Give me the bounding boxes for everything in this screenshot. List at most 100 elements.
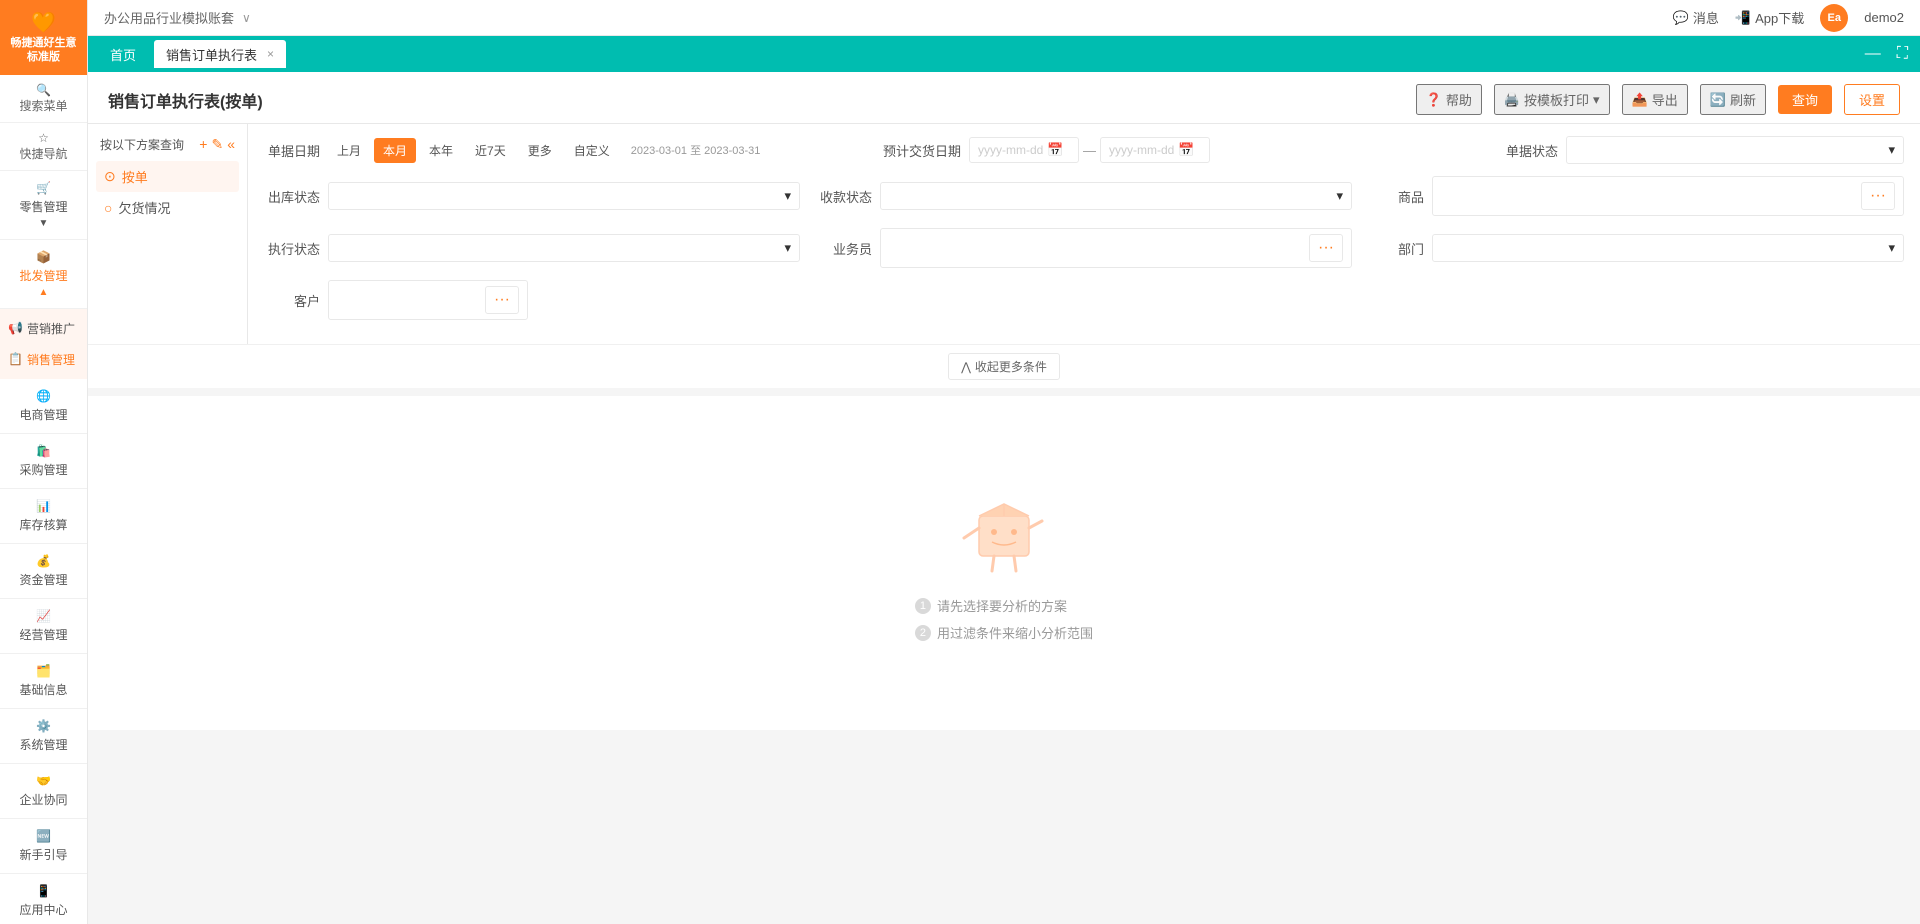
sidebar-item-operations[interactable]: 📈 经营管理 [0,599,87,654]
date-btn-7days[interactable]: 近7天 [466,138,515,163]
user-avatar[interactable]: Ea [1820,4,1848,32]
date-btn-last-month[interactable]: 上月 [328,138,370,163]
filter-nav-item-0[interactable]: ⊙ 按单 [96,161,239,192]
collapse-scheme-icon[interactable]: « [227,136,235,153]
logo-text: 畅捷通好生意 [11,37,77,49]
filter-right: 单据日期 上月 本月 本年 近7天 更多 自定义 2023-03-01 至 20… [248,124,1920,344]
sidebar-item-retail[interactable]: 🛒 零售管理 ▼ [0,171,87,240]
outbound-select[interactable]: ▾ [328,182,800,210]
breadcrumb-text: 办公用品行业模拟账套 [104,8,234,27]
sidebar-search[interactable]: 🔍 帮助 搜索菜单 [0,75,87,123]
basic-label: 基础信息 [19,681,67,698]
message-action[interactable]: 💬 消息 [1673,8,1719,27]
empty-state: 1 请先选择要分析的方案 2 用过滤条件来缩小分析范围 [88,396,1920,730]
customer-dots[interactable]: ··· [485,286,519,314]
tab-home[interactable]: 首页 [96,36,150,72]
refresh-button[interactable]: 🔄 刷新 [1700,84,1766,115]
export-icon: 📤 [1632,92,1648,108]
date-btn-this-year[interactable]: 本年 [420,138,462,163]
refresh-label: 刷新 [1730,90,1756,109]
message-icon: 💬 [1673,10,1689,26]
empty-illustration [954,476,1054,576]
help-button[interactable]: ❓ 帮助 [1416,84,1482,115]
date-end-placeholder: yyyy-mm-dd [1109,143,1174,157]
inventory-label: 库存核算 [19,516,67,533]
guide-label: 新手引导 [19,846,67,863]
collection-select[interactable]: ▾ [880,182,1352,210]
filter-nav-item-1[interactable]: ○ 欠货情况 [96,192,239,223]
empty-tip-1: 1 请先选择要分析的方案 [915,596,1093,615]
date-btn-more[interactable]: 更多 [519,138,561,163]
filter-row-2: 出库状态 ▾ 收款状态 ▾ 商品 [264,176,1904,216]
tab-close-button[interactable]: × [267,47,274,61]
tip-2-number: 2 [915,625,931,641]
logo-sub: 标准版 [27,51,60,63]
sidebar-quick-nav[interactable]: ☆ 快捷导航 [0,123,87,171]
empty-tips: 1 请先选择要分析的方案 2 用过滤条件来缩小分析范围 [915,596,1093,650]
department-select[interactable]: ▾ [1432,234,1904,262]
add-scheme-icon[interactable]: + [199,136,207,153]
date-btn-custom[interactable]: 自定义 [565,138,619,163]
sidebar-sub-marketing[interactable]: 📢 营销推广 [0,313,87,344]
collapse-button[interactable]: ⋀ 收起更多条件 [948,353,1060,380]
collapse-row: ⋀ 收起更多条件 [88,344,1920,388]
date-label: 单据日期 [264,141,320,160]
download-icon: 📲 [1735,10,1751,26]
salesman-select[interactable]: ··· [880,228,1352,268]
customer-select[interactable]: ··· [328,280,528,320]
filter-group-date: 单据日期 上月 本月 本年 近7天 更多 自定义 2023-03-01 至 20… [264,138,867,163]
tab-minimize-button[interactable]: — [1861,45,1885,63]
sidebar-item-purchase[interactable]: 🛍️ 采购管理 [0,434,87,489]
refresh-icon: 🔄 [1710,92,1726,108]
date-btn-this-month[interactable]: 本月 [374,138,416,163]
breadcrumb-arrow[interactable]: ∨ [242,11,251,25]
user-name[interactable]: demo2 [1864,10,1904,25]
filter-group-salesman: 业务员 ··· [816,228,1352,268]
export-button[interactable]: 📤 导出 [1622,84,1688,115]
collection-select-arrow: ▾ [1336,188,1343,204]
date-start-input[interactable]: yyyy-mm-dd 📅 [969,137,1079,163]
search-text: 搜索菜单 [6,97,81,114]
goods-label: 商品 [1368,187,1424,206]
print-button[interactable]: 🖨️ 按模板打印 ▾ [1494,84,1610,115]
date-start-calendar-icon: 📅 [1047,142,1063,158]
sidebar-item-app-center[interactable]: 📱 应用中心 [0,874,87,924]
wholesale-icon: 📦 [36,250,51,264]
tab-maximize-button[interactable]: ⛶ [1893,45,1912,63]
salesman-dots[interactable]: ··· [1309,234,1343,262]
status-select[interactable]: ▾ [1566,136,1904,164]
settings-button[interactable]: 设置 [1844,84,1900,115]
tab-current[interactable]: 销售订单执行表 × [154,40,286,68]
tip-2-text: 用过滤条件来缩小分析范围 [937,623,1093,642]
sidebar-item-basic[interactable]: 🗂️ 基础信息 [0,654,87,709]
app-logo[interactable]: 🧡 畅捷通好生意 标准版 [0,0,87,75]
sidebar-item-ecommerce[interactable]: 🌐 电商管理 [0,379,87,434]
sidebar-item-inventory[interactable]: 📊 库存核算 [0,489,87,544]
sidebar-sub-sales[interactable]: 📋 销售管理 [0,344,87,375]
print-label: 按模板打印 [1524,90,1589,109]
goods-select[interactable]: ··· [1432,176,1904,216]
date-end-input[interactable]: yyyy-mm-dd 📅 [1100,137,1210,163]
sales-label: 销售管理 [27,351,75,368]
tab-current-label: 销售订单执行表 [166,45,257,64]
header-right: 💬 消息 📲 App下载 Ea demo2 [1673,4,1904,32]
nav-item-1-label: 欠货情况 [118,198,170,217]
filter-group-execute: 执行状态 ▾ [264,234,800,262]
app-download-action[interactable]: 📲 App下载 [1735,8,1804,27]
goods-dots[interactable]: ··· [1861,182,1895,210]
sales-icon: 📋 [8,352,23,366]
date-start-placeholder: yyyy-mm-dd [978,143,1043,157]
edit-scheme-icon[interactable]: ✎ [211,136,223,153]
query-button[interactable]: 查询 [1778,85,1832,114]
sidebar-item-cooperation[interactable]: 🤝 企业协同 [0,764,87,819]
sidebar-item-wholesale[interactable]: 📦 批发管理 ▲ [0,240,87,309]
sidebar-item-system[interactable]: ⚙️ 系统管理 [0,709,87,764]
filter-group-expected-date: 预计交货日期 yyyy-mm-dd 📅 — yyyy-mm-dd 📅 [883,137,1486,163]
execute-select[interactable]: ▾ [328,234,800,262]
system-icon: ⚙️ [36,719,51,733]
filter-row-3: 执行状态 ▾ 业务员 ··· 部门 [264,228,1904,268]
sidebar-item-finance[interactable]: 💰 资金管理 [0,544,87,599]
collapse-text: 收起更多条件 [975,358,1047,375]
sidebar-item-guide[interactable]: 🆕 新手引导 [0,819,87,874]
ecommerce-label: 电商管理 [19,406,67,423]
